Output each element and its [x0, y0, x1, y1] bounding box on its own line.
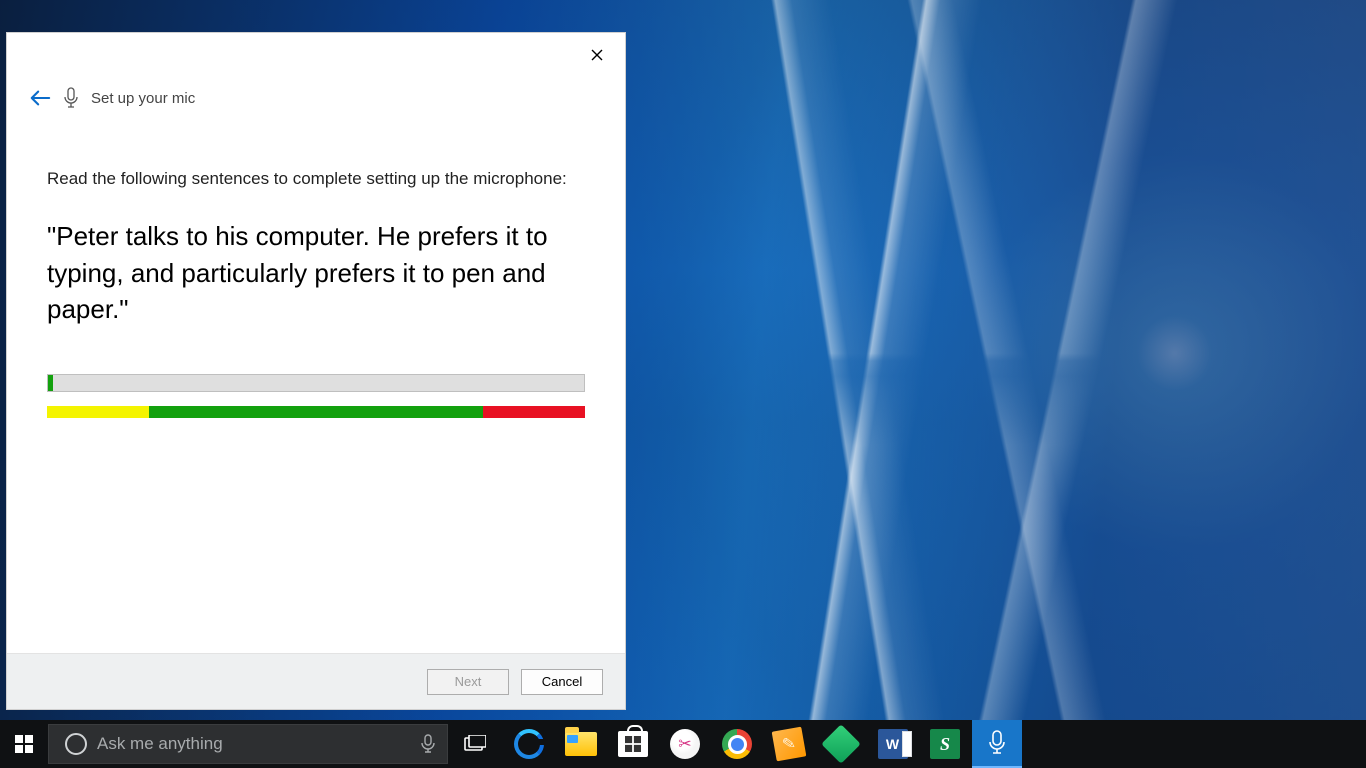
task-view-button[interactable] — [452, 720, 498, 768]
notes-icon: ✎ — [772, 727, 807, 762]
dialog-title: Set up your mic — [91, 90, 195, 107]
scale-high — [483, 406, 585, 418]
mic-level-fill — [48, 375, 53, 391]
taskbar-app-edge[interactable] — [504, 720, 554, 768]
edge-icon — [514, 729, 544, 759]
instruction-text: Read the following sentences to complete… — [47, 167, 567, 192]
next-button[interactable]: Next — [427, 669, 509, 695]
microphone-icon — [63, 87, 79, 109]
sway-icon: S — [930, 729, 960, 759]
taskbar-app-speech-recognition[interactable] — [972, 720, 1022, 768]
mic-setup-dialog: Set up your mic Read the following sente… — [6, 32, 626, 710]
microphone-icon — [988, 730, 1006, 756]
back-arrow-icon[interactable] — [29, 89, 51, 107]
taskbar-app-store[interactable] — [608, 720, 658, 768]
scale-low — [47, 406, 149, 418]
calibration-phrase: "Peter talks to his computer. He prefers… — [47, 218, 585, 329]
start-button[interactable] — [0, 720, 48, 768]
cortana-icon — [65, 733, 87, 755]
dialog-footer: Next Cancel — [7, 653, 625, 709]
diamond-icon — [821, 724, 861, 764]
close-button[interactable] — [575, 39, 619, 71]
search-mic-icon[interactable] — [421, 734, 435, 754]
store-icon — [618, 731, 648, 757]
chrome-icon — [722, 729, 752, 759]
scissors-icon — [670, 729, 700, 759]
taskbar-app-diamond[interactable] — [816, 720, 866, 768]
cancel-button[interactable]: Cancel — [521, 669, 603, 695]
taskbar-app-snipping-tool[interactable] — [660, 720, 710, 768]
cortana-search-box[interactable] — [48, 724, 448, 764]
taskbar: ✎ W S — [0, 720, 1366, 768]
taskbar-app-chrome[interactable] — [712, 720, 762, 768]
search-input[interactable] — [97, 734, 421, 754]
taskbar-app-file-explorer[interactable] — [556, 720, 606, 768]
word-icon: W — [878, 729, 908, 759]
taskbar-app-word[interactable]: W — [868, 720, 918, 768]
folder-icon — [565, 732, 597, 756]
taskbar-app-sway[interactable]: S — [920, 720, 970, 768]
scale-good — [149, 406, 483, 418]
mic-level-meter — [47, 374, 585, 392]
taskbar-app-sticky-notes[interactable]: ✎ — [764, 720, 814, 768]
mic-level-scale — [47, 406, 585, 418]
